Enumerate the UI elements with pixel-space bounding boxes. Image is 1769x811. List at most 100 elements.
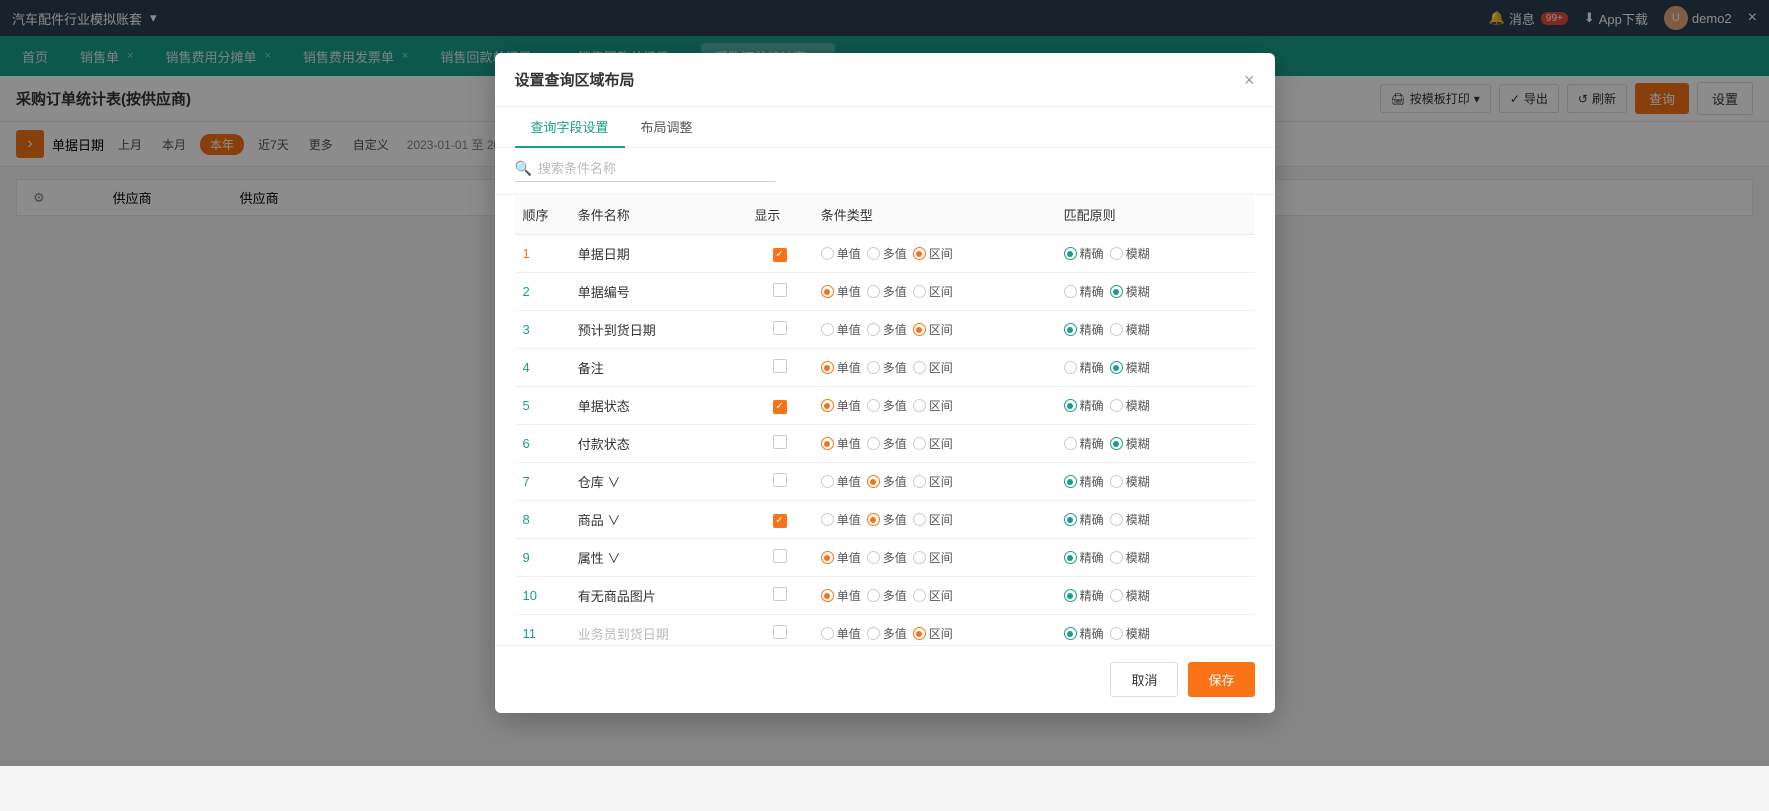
radio-区间[interactable] xyxy=(913,361,926,374)
radio-区间[interactable] xyxy=(913,323,926,336)
radio-多值[interactable] xyxy=(867,399,880,412)
radio-多值[interactable] xyxy=(867,589,880,602)
modal-tab-query-fields[interactable]: 查询字段设置 xyxy=(515,107,625,148)
type-option-单值[interactable]: 单值 xyxy=(821,397,861,414)
type-option-区间[interactable]: 区间 xyxy=(913,359,953,376)
match-radio-模糊[interactable] xyxy=(1110,323,1123,336)
match-option-模糊[interactable]: 模糊 xyxy=(1110,549,1150,566)
match-radio-精确[interactable] xyxy=(1064,589,1077,602)
type-option-区间[interactable]: 区间 xyxy=(913,511,953,528)
radio-单值[interactable] xyxy=(821,399,834,412)
radio-多值[interactable] xyxy=(867,627,880,640)
row-show-checkbox[interactable] xyxy=(746,425,812,463)
type-option-多值[interactable]: 多值 xyxy=(867,321,907,338)
match-radio-精确[interactable] xyxy=(1064,247,1077,260)
row-show-checkbox[interactable] xyxy=(746,349,812,387)
modal-tab-layout[interactable]: 布局调整 xyxy=(625,107,709,148)
match-option-模糊[interactable]: 模糊 xyxy=(1110,321,1150,338)
checkbox-show[interactable] xyxy=(773,435,787,449)
match-option-模糊[interactable]: 模糊 xyxy=(1110,283,1150,300)
match-radio-模糊[interactable] xyxy=(1110,475,1123,488)
match-radio-精确[interactable] xyxy=(1064,323,1077,336)
type-option-多值[interactable]: 多值 xyxy=(867,435,907,452)
match-radio-模糊[interactable] xyxy=(1110,285,1123,298)
match-radio-精确[interactable] xyxy=(1064,437,1077,450)
radio-多值[interactable] xyxy=(867,285,880,298)
type-option-多值[interactable]: 多值 xyxy=(867,625,907,642)
type-option-单值[interactable]: 单值 xyxy=(821,245,861,262)
match-radio-精确[interactable] xyxy=(1064,551,1077,564)
checkbox-show[interactable] xyxy=(773,514,787,528)
checkbox-show[interactable] xyxy=(773,473,787,487)
match-option-精确[interactable]: 精确 xyxy=(1064,625,1104,642)
type-option-单值[interactable]: 单值 xyxy=(821,625,861,642)
type-option-多值[interactable]: 多值 xyxy=(867,587,907,604)
type-option-单值[interactable]: 单值 xyxy=(821,473,861,490)
match-radio-模糊[interactable] xyxy=(1110,513,1123,526)
radio-单值[interactable] xyxy=(821,589,834,602)
match-radio-模糊[interactable] xyxy=(1110,627,1123,640)
match-option-模糊[interactable]: 模糊 xyxy=(1110,359,1150,376)
type-option-单值[interactable]: 单值 xyxy=(821,359,861,376)
cancel-button[interactable]: 取消 xyxy=(1110,662,1178,697)
radio-单值[interactable] xyxy=(821,437,834,450)
radio-区间[interactable] xyxy=(913,513,926,526)
match-option-精确[interactable]: 精确 xyxy=(1064,321,1104,338)
type-option-区间[interactable]: 区间 xyxy=(913,435,953,452)
match-option-精确[interactable]: 精确 xyxy=(1064,511,1104,528)
radio-多值[interactable] xyxy=(867,513,880,526)
match-option-精确[interactable]: 精确 xyxy=(1064,359,1104,376)
row-show-checkbox[interactable] xyxy=(746,273,812,311)
match-radio-模糊[interactable] xyxy=(1110,247,1123,260)
type-option-单值[interactable]: 单值 xyxy=(821,321,861,338)
match-option-模糊[interactable]: 模糊 xyxy=(1110,587,1150,604)
match-radio-模糊[interactable] xyxy=(1110,437,1123,450)
search-input[interactable] xyxy=(538,161,775,176)
checkbox-show[interactable] xyxy=(773,248,787,262)
radio-多值[interactable] xyxy=(867,247,880,260)
type-option-多值[interactable]: 多值 xyxy=(867,397,907,414)
match-option-模糊[interactable]: 模糊 xyxy=(1110,511,1150,528)
row-show-checkbox[interactable] xyxy=(746,615,812,646)
checkbox-show[interactable] xyxy=(773,549,787,563)
checkbox-show[interactable] xyxy=(773,587,787,601)
radio-单值[interactable] xyxy=(821,551,834,564)
type-option-多值[interactable]: 多值 xyxy=(867,283,907,300)
row-show-checkbox[interactable] xyxy=(746,539,812,577)
radio-区间[interactable] xyxy=(913,247,926,260)
match-option-精确[interactable]: 精确 xyxy=(1064,397,1104,414)
match-option-模糊[interactable]: 模糊 xyxy=(1110,625,1150,642)
match-option-模糊[interactable]: 模糊 xyxy=(1110,397,1150,414)
radio-多值[interactable] xyxy=(867,437,880,450)
radio-区间[interactable] xyxy=(913,437,926,450)
row-show-checkbox[interactable] xyxy=(746,577,812,615)
match-option-模糊[interactable]: 模糊 xyxy=(1110,435,1150,452)
match-radio-精确[interactable] xyxy=(1064,285,1077,298)
checkbox-show[interactable] xyxy=(773,321,787,335)
match-radio-精确[interactable] xyxy=(1064,475,1077,488)
type-option-单值[interactable]: 单值 xyxy=(821,549,861,566)
row-show-checkbox[interactable] xyxy=(746,235,812,273)
radio-单值[interactable] xyxy=(821,513,834,526)
type-option-单值[interactable]: 单值 xyxy=(821,283,861,300)
type-option-多值[interactable]: 多值 xyxy=(867,359,907,376)
radio-单值[interactable] xyxy=(821,475,834,488)
type-option-区间[interactable]: 区间 xyxy=(913,245,953,262)
row-show-checkbox[interactable] xyxy=(746,387,812,425)
radio-单值[interactable] xyxy=(821,247,834,260)
match-option-模糊[interactable]: 模糊 xyxy=(1110,473,1150,490)
row-show-checkbox[interactable] xyxy=(746,463,812,501)
radio-单值[interactable] xyxy=(821,285,834,298)
type-option-区间[interactable]: 区间 xyxy=(913,397,953,414)
match-radio-模糊[interactable] xyxy=(1110,361,1123,374)
radio-区间[interactable] xyxy=(913,627,926,640)
type-option-单值[interactable]: 单值 xyxy=(821,511,861,528)
radio-单值[interactable] xyxy=(821,627,834,640)
checkbox-show[interactable] xyxy=(773,625,787,639)
checkbox-show[interactable] xyxy=(773,400,787,414)
radio-多值[interactable] xyxy=(867,475,880,488)
type-option-多值[interactable]: 多值 xyxy=(867,245,907,262)
radio-多值[interactable] xyxy=(867,323,880,336)
radio-单值[interactable] xyxy=(821,361,834,374)
type-option-区间[interactable]: 区间 xyxy=(913,321,953,338)
